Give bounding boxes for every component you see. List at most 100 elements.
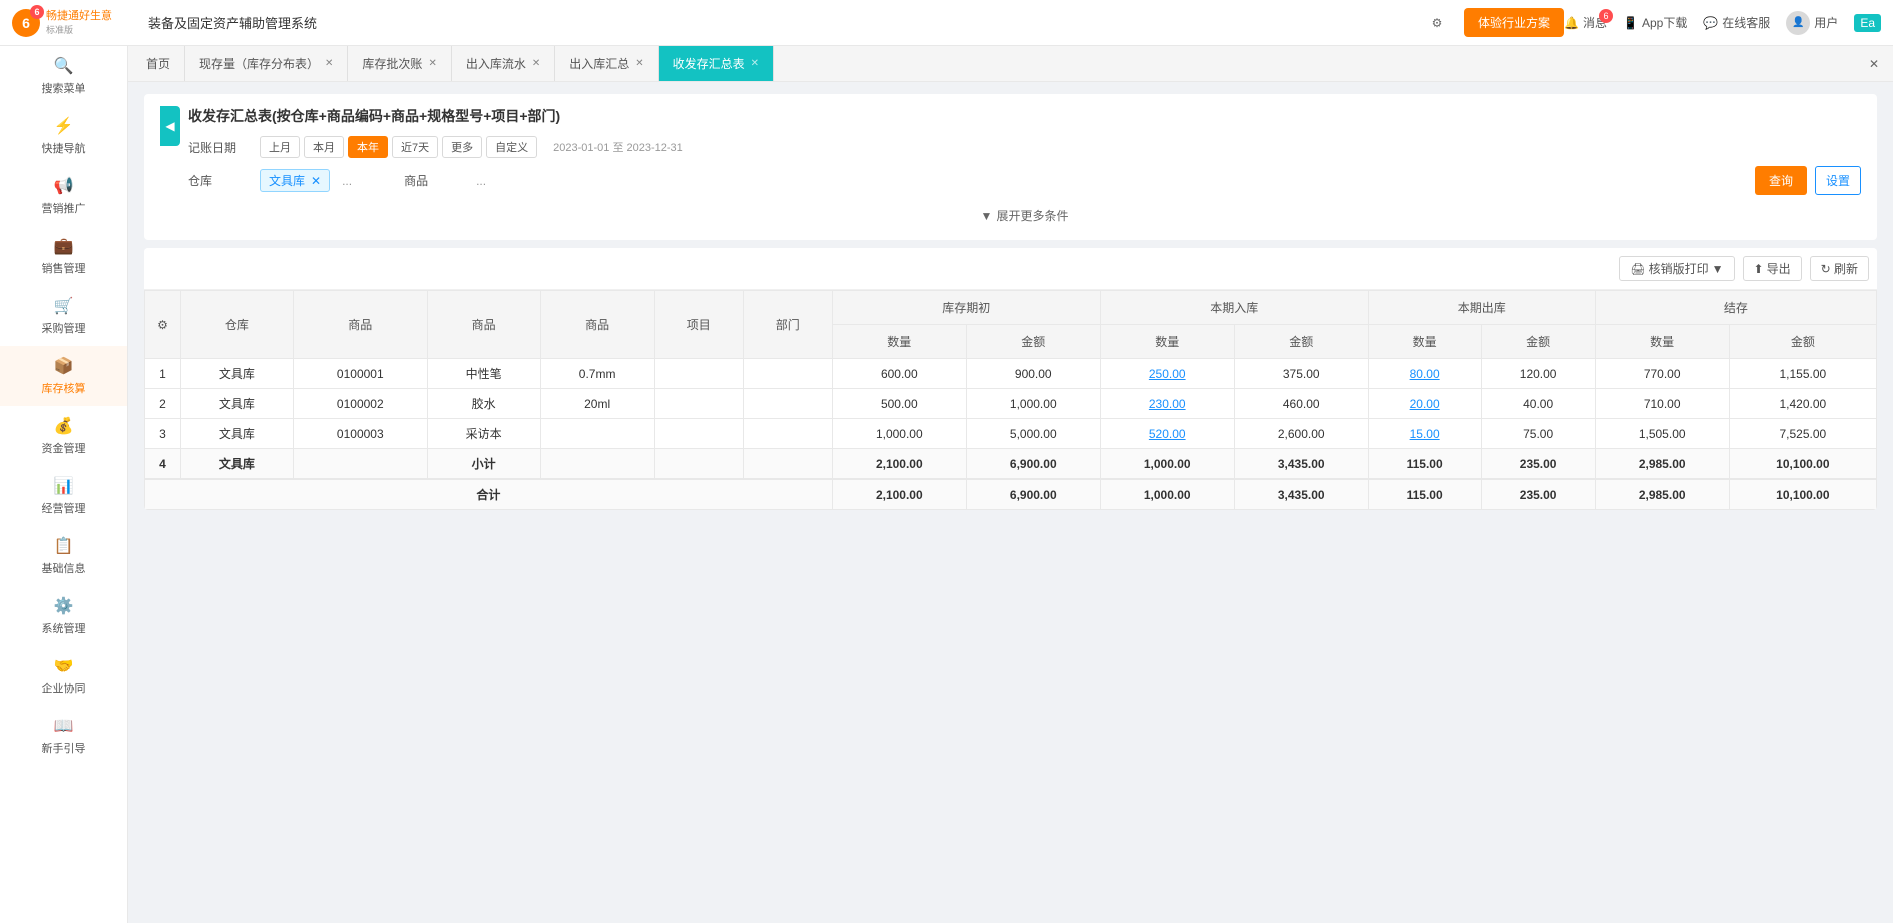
goods-label: 商品 — [404, 172, 464, 189]
sidebar-item-marketing[interactable]: 📢 营销推广 — [0, 166, 127, 226]
sidebar-item-collab[interactable]: 🤝 企业协同 — [0, 646, 127, 706]
row-bal-qty: 1,505.00 — [1595, 419, 1729, 449]
th-opening: 库存期初 — [832, 291, 1100, 325]
date-btn-this-year[interactable]: 本年 — [348, 136, 388, 158]
row-goods-code — [293, 449, 427, 480]
sidebar-item-label: 系统管理 — [42, 620, 86, 636]
basic-icon: 📋 — [54, 536, 74, 556]
row-goods-spec: 0.7mm — [540, 359, 654, 389]
tab-label: 库存批次账 — [362, 55, 422, 72]
row-no: 4 — [145, 449, 181, 480]
tab-inout-summary[interactable]: 出入库汇总 ✕ — [555, 46, 658, 81]
filter-settings-btn[interactable]: 设置 — [1815, 166, 1861, 195]
row-bal-amt: 1,420.00 — [1729, 389, 1876, 419]
tab-batch[interactable]: 库存批次账 ✕ — [348, 46, 451, 81]
tab-inout-flow[interactable]: 出入库流水 ✕ — [452, 46, 555, 81]
tab-receive-summary[interactable]: 收发存汇总表 ✕ — [659, 46, 774, 81]
sidebar-item-guide[interactable]: 📖 新手引导 — [0, 706, 127, 766]
tab-label: 出入库汇总 — [569, 55, 629, 72]
footer-in-amt: 3,435.00 — [1234, 479, 1368, 510]
row-warehouse: 文具库 — [181, 389, 294, 419]
th-settings[interactable]: ⚙ — [145, 291, 181, 359]
row-out-qty[interactable]: 80.00 — [1368, 359, 1481, 389]
warehouse-more[interactable]: ... — [342, 174, 352, 188]
date-btn-custom[interactable]: 自定义 — [486, 136, 537, 158]
row-warehouse: 文具库 — [181, 359, 294, 389]
row-dept — [743, 449, 832, 480]
footer-open-qty: 2,100.00 — [832, 479, 966, 510]
th-out-amt: 金额 — [1481, 325, 1595, 359]
top-bar: 6 6 畅捷通好生意 标准版 装备及固定资产辅助管理系统 ⚙ 体验行业方案 🔔 … — [0, 0, 1893, 46]
tab-close-icon[interactable]: ✕ — [428, 58, 436, 69]
table-footer-row: 合计 2,100.00 6,900.00 1,000.00 3,435.00 1… — [145, 479, 1877, 510]
warehouse-tag-close[interactable]: ✕ — [311, 174, 321, 188]
row-out-qty[interactable]: 15.00 — [1368, 419, 1481, 449]
download-icon: 📱 — [1623, 16, 1638, 30]
query-btn[interactable]: 查询 — [1755, 166, 1807, 195]
export-btn[interactable]: ⬆ 导出 — [1743, 256, 1802, 281]
quicknav-icon: ⚡ — [54, 116, 74, 136]
row-in-qty[interactable]: 250.00 — [1100, 359, 1234, 389]
row-no: 1 — [145, 359, 181, 389]
row-in-qty[interactable]: 520.00 — [1100, 419, 1234, 449]
sidebar-item-basic[interactable]: 📋 基础信息 — [0, 526, 127, 586]
print-btn[interactable]: 🖨 核销版打印 ▼ — [1619, 256, 1734, 281]
online-service-label: 在线客服 — [1722, 14, 1770, 31]
app-download-btn[interactable]: 📱 App下载 — [1623, 14, 1687, 31]
refresh-btn[interactable]: ↻ 刷新 — [1810, 256, 1869, 281]
bell-icon: 🔔 — [1564, 16, 1579, 30]
date-btn-this-month[interactable]: 本月 — [304, 136, 344, 158]
avatar: 👤 — [1786, 11, 1810, 35]
goods-more[interactable]: ... — [476, 174, 486, 188]
expand-filter-row[interactable]: ▼ 展开更多条件 — [188, 203, 1861, 228]
try-btn[interactable]: 体验行业方案 — [1464, 8, 1564, 37]
tab-bar-close-btn[interactable]: ✕ — [1859, 49, 1889, 79]
tab-close-icon[interactable]: ✕ — [635, 58, 643, 69]
sidebar-item-label: 企业协同 — [42, 680, 86, 696]
sidebar-item-inventory[interactable]: 📦 库存核算 — [0, 346, 127, 406]
date-btn-more[interactable]: 更多 — [442, 136, 482, 158]
row-in-qty: 1,000.00 — [1100, 449, 1234, 480]
logo-area: 6 6 畅捷通好生意 标准版 — [12, 9, 140, 37]
sidebar-item-search[interactable]: 🔍 搜索菜单 — [0, 46, 127, 106]
footer-out-qty: 115.00 — [1368, 479, 1481, 510]
collapse-arrow[interactable]: ◀ — [160, 106, 180, 146]
tab-close-icon[interactable]: ✕ — [532, 58, 540, 69]
user-area[interactable]: 👤 用户 — [1786, 11, 1838, 35]
notification-btn[interactable]: 🔔 消息 6 — [1564, 14, 1607, 31]
marketing-icon: 📢 — [54, 176, 74, 196]
th-warehouse: 仓库 — [181, 291, 294, 359]
app-download-label: App下载 — [1642, 14, 1687, 31]
ea-badge: Ea — [1854, 14, 1881, 32]
online-service-btn[interactable]: 💬 在线客服 — [1703, 14, 1770, 31]
th-goods-name: 商品 — [427, 291, 540, 359]
refresh-icon: ↻ — [1821, 262, 1831, 276]
tab-close-icon[interactable]: ✕ — [325, 58, 333, 69]
sidebar-item-operations[interactable]: 📊 经营管理 — [0, 466, 127, 526]
tab-inventory-dist[interactable]: 现存量（库存分布表） ✕ — [185, 46, 348, 81]
row-out-qty[interactable]: 20.00 — [1368, 389, 1481, 419]
table-row: 3文具库0100003采访本1,000.005,000.00520.002,60… — [145, 419, 1877, 449]
settings-icon-btn[interactable]: ⚙ — [1422, 8, 1452, 38]
export-icon: ⬆ — [1754, 262, 1764, 276]
sidebar-item-system[interactable]: ⚙️ 系统管理 — [0, 586, 127, 646]
row-open-qty: 2,100.00 — [832, 449, 966, 480]
th-open-qty: 数量 — [832, 325, 966, 359]
row-open-qty: 1,000.00 — [832, 419, 966, 449]
row-in-amt: 375.00 — [1234, 359, 1368, 389]
th-out-qty: 数量 — [1368, 325, 1481, 359]
tab-close-icon[interactable]: ✕ — [751, 58, 759, 69]
tab-home[interactable]: 首页 — [132, 46, 185, 81]
sidebar-item-finance[interactable]: 💰 资金管理 — [0, 406, 127, 466]
footer-label: 合计 — [145, 479, 833, 510]
date-btn-last-month[interactable]: 上月 — [260, 136, 300, 158]
date-btn-7days[interactable]: 近7天 — [392, 136, 438, 158]
tab-bar: 首页 现存量（库存分布表） ✕ 库存批次账 ✕ 出入库流水 ✕ 出入库汇总 ✕ — [128, 46, 1893, 82]
sidebar-item-purchase[interactable]: 🛒 采购管理 — [0, 286, 127, 346]
sidebar-item-sales[interactable]: 💼 销售管理 — [0, 226, 127, 286]
row-bal-qty: 710.00 — [1595, 389, 1729, 419]
row-bal-qty: 770.00 — [1595, 359, 1729, 389]
inventory-icon: 📦 — [54, 356, 74, 376]
sidebar-item-quicknav[interactable]: ⚡ 快捷导航 — [0, 106, 127, 166]
row-in-qty[interactable]: 230.00 — [1100, 389, 1234, 419]
